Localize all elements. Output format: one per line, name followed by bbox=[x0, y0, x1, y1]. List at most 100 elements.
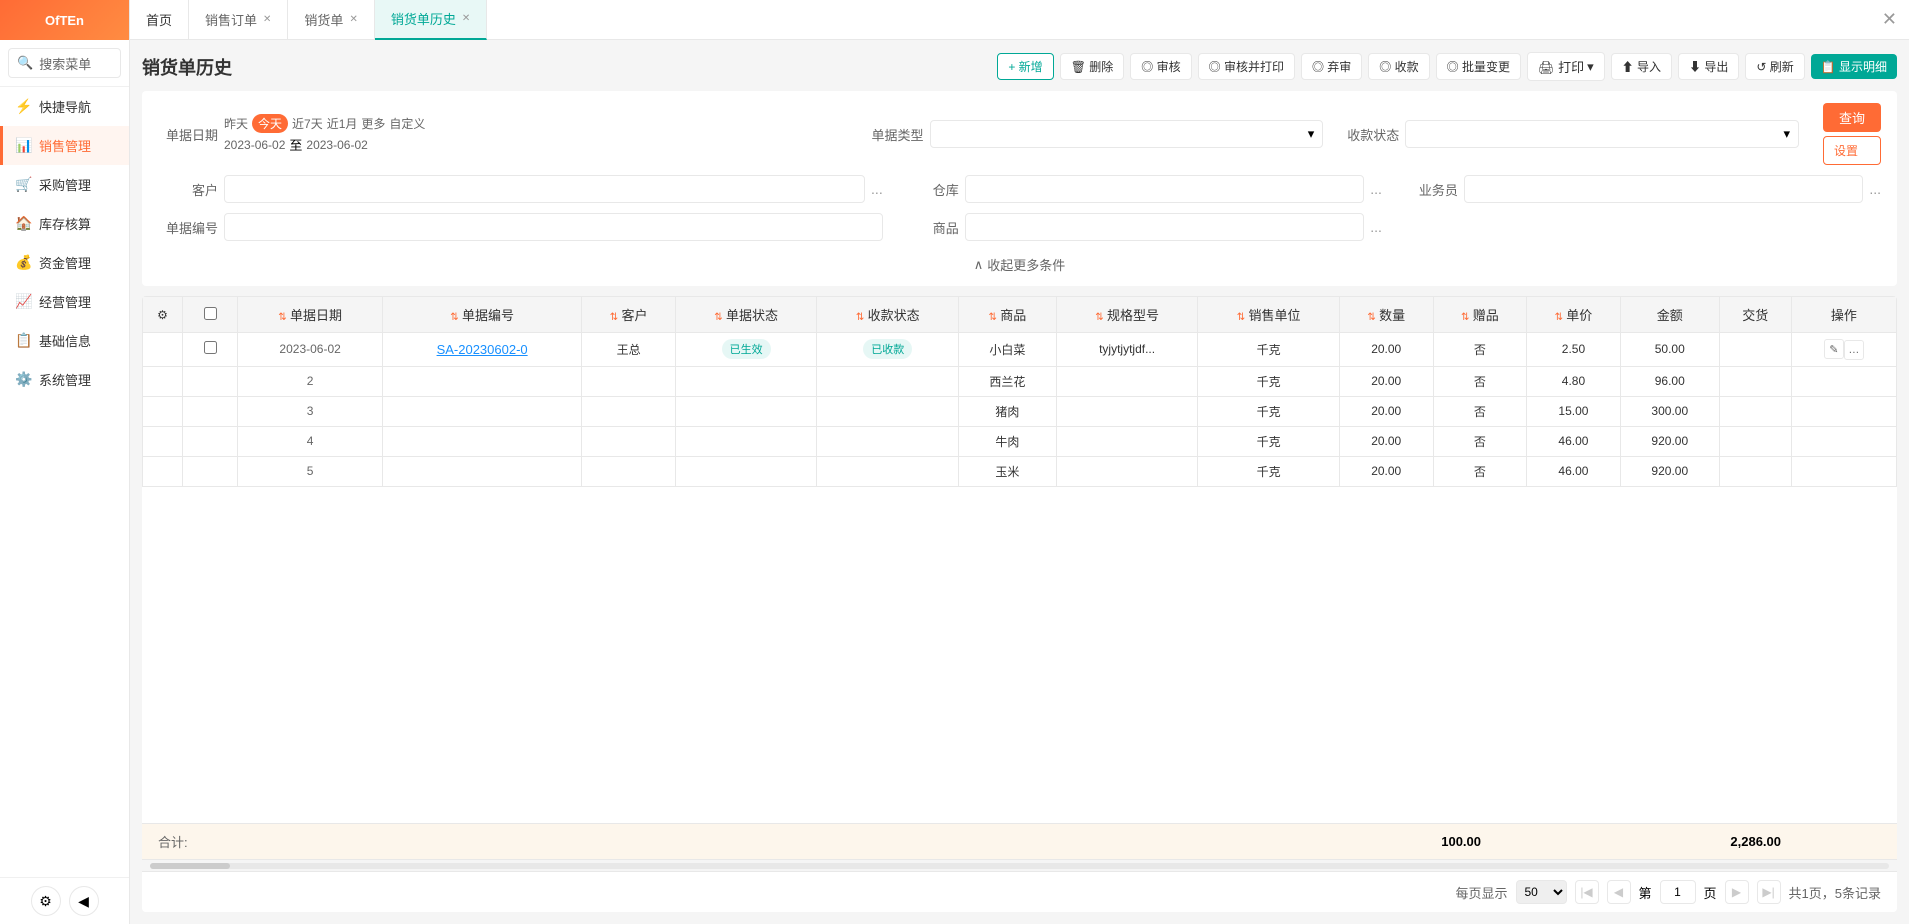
goods-input[interactable] bbox=[965, 213, 1364, 241]
display-detail-button[interactable]: 📋 显示明细 bbox=[1811, 54, 1897, 79]
row-checkbox[interactable] bbox=[183, 396, 238, 426]
settings-button[interactable]: 设置 bbox=[1823, 136, 1881, 165]
row-date: 4 bbox=[238, 426, 383, 456]
col-customer[interactable]: ⇅ 客户 bbox=[582, 297, 676, 333]
row-gear bbox=[143, 426, 183, 456]
row-unit-price: 2.50 bbox=[1527, 333, 1621, 367]
refresh-button[interactable]: ↺ 刷新 bbox=[1745, 53, 1804, 80]
shortcut-yesterday[interactable]: 昨天 bbox=[224, 115, 248, 132]
horizontal-scrollbar[interactable] bbox=[142, 859, 1897, 871]
print-button[interactable]: 🖨 打印 ▾ bbox=[1527, 52, 1605, 81]
col-goods[interactable]: ⇅ 商品 bbox=[959, 297, 1057, 333]
customer-input[interactable] bbox=[224, 175, 865, 203]
col-gift[interactable]: ⇅ 赠品 bbox=[1433, 297, 1527, 333]
warehouse-ellipsis[interactable]: ... bbox=[1370, 181, 1382, 197]
customer-ellipsis[interactable]: ... bbox=[871, 181, 883, 197]
abandon-button[interactable]: ◎ 弃审 bbox=[1301, 53, 1362, 80]
collect-status-select[interactable]: ▾ bbox=[1405, 120, 1799, 148]
first-page-button[interactable]: |◀ bbox=[1575, 880, 1599, 904]
col-checkbox[interactable] bbox=[183, 297, 238, 333]
content-area: 销货单历史 + 新增 🗑 删除 ◎ 审核 ◎ 审核并打印 ◎ 弃审 ◎ 收款 ◎… bbox=[130, 40, 1909, 924]
collapse-button[interactable]: ∧ 收起更多条件 bbox=[974, 255, 1066, 274]
sidebar-item-system[interactable]: ⚙️ 系统管理 bbox=[0, 360, 129, 399]
collect-button[interactable]: ◎ 收款 bbox=[1368, 53, 1429, 80]
next-page-button[interactable]: ▶ bbox=[1725, 880, 1749, 904]
last-page-button[interactable]: ▶| bbox=[1757, 880, 1781, 904]
sidebar-item-sales[interactable]: 📊 销售管理 bbox=[0, 126, 129, 165]
per-page-select[interactable]: 50 100 200 bbox=[1516, 880, 1567, 904]
query-button[interactable]: 查询 bbox=[1823, 103, 1881, 132]
doc-no-input[interactable] bbox=[224, 213, 883, 241]
row-checkbox[interactable] bbox=[183, 333, 238, 367]
edit-action-btn[interactable]: ✎ bbox=[1824, 339, 1844, 359]
close-sales-history-icon[interactable]: ✕ bbox=[462, 13, 470, 24]
shortcut-more[interactable]: 更多 bbox=[361, 115, 385, 132]
row-checkbox[interactable] bbox=[183, 366, 238, 396]
col-transaction[interactable]: 交货 bbox=[1719, 297, 1791, 333]
sidebar-item-quick-nav[interactable]: ⚡ 快捷导航 bbox=[0, 87, 129, 126]
col-doc-no[interactable]: ⇅ 单据编号 bbox=[382, 297, 581, 333]
shortcut-1month[interactable]: 近1月 bbox=[327, 115, 358, 132]
goods-ellipsis[interactable]: ... bbox=[1370, 219, 1382, 235]
sidebar-item-inventory[interactable]: 🏠 库存核算 bbox=[0, 204, 129, 243]
row-gear bbox=[143, 456, 183, 486]
salesperson-ellipsis[interactable]: ... bbox=[1869, 181, 1881, 197]
row-transaction bbox=[1719, 396, 1791, 426]
salesperson-input[interactable] bbox=[1464, 175, 1863, 203]
row-spec: tyjytjytjdf... bbox=[1056, 333, 1198, 367]
table-scroll[interactable]: ⚙ ⇅ 单据日期 ⇅ 单据编号 ⇅ 客户 ⇅ 单据状态 ⇅ 收款状态 ⇅ 商品 … bbox=[142, 296, 1897, 823]
delete-button[interactable]: 🗑 删除 bbox=[1060, 53, 1125, 80]
doc-no-link[interactable]: SA-20230602-0 bbox=[437, 342, 528, 357]
close-sales-order-icon[interactable]: ✕ bbox=[263, 14, 271, 25]
warehouse-input[interactable] bbox=[965, 175, 1364, 203]
shortcut-custom[interactable]: 自定义 bbox=[389, 115, 425, 132]
row-quantity: 20.00 bbox=[1339, 456, 1433, 486]
page-input[interactable] bbox=[1660, 880, 1696, 904]
batch-change-button[interactable]: ◎ 批量变更 bbox=[1436, 53, 1521, 80]
new-button[interactable]: + 新增 bbox=[997, 53, 1053, 80]
sidebar-item-purchase[interactable]: 🛒 采购管理 bbox=[0, 165, 129, 204]
doc-type-select[interactable]: ▾ bbox=[930, 120, 1324, 148]
scrollbar-thumb[interactable] bbox=[150, 863, 230, 869]
col-unit[interactable]: ⇅ 销售单位 bbox=[1198, 297, 1340, 333]
col-quantity[interactable]: ⇅ 数量 bbox=[1339, 297, 1433, 333]
tab-home[interactable]: 首页 bbox=[130, 0, 189, 40]
tab-sales-history[interactable]: 销货单历史 ✕ bbox=[375, 0, 487, 40]
sidebar-collapse-button[interactable]: ◀ bbox=[69, 886, 99, 916]
sidebar-item-finance[interactable]: 💰 资金管理 bbox=[0, 243, 129, 282]
shortcut-today[interactable]: 今天 bbox=[252, 114, 288, 133]
row-spec bbox=[1056, 366, 1198, 396]
col-amount[interactable]: 金额 bbox=[1620, 297, 1719, 333]
col-unit-price[interactable]: ⇅ 单价 bbox=[1527, 297, 1621, 333]
row-spec bbox=[1056, 426, 1198, 456]
col-spec[interactable]: ⇅ 规格型号 bbox=[1056, 297, 1198, 333]
col-gear[interactable]: ⚙ bbox=[143, 297, 183, 333]
col-doc-status[interactable]: ⇅ 单据状态 bbox=[675, 297, 817, 333]
col-date[interactable]: ⇅ 单据日期 bbox=[238, 297, 383, 333]
more-action-btn[interactable]: … bbox=[1844, 340, 1864, 360]
row-checkbox[interactable] bbox=[183, 426, 238, 456]
prev-page-button[interactable]: ◀ bbox=[1607, 880, 1631, 904]
row-actions bbox=[1791, 366, 1896, 396]
shortcut-7days[interactable]: 近7天 bbox=[292, 115, 323, 132]
row-checkbox[interactable] bbox=[183, 456, 238, 486]
search-menu-button[interactable]: 🔍 搜索菜单 bbox=[8, 48, 121, 78]
row-unit-price: 46.00 bbox=[1527, 426, 1621, 456]
sidebar-item-operations[interactable]: 📈 经营管理 bbox=[0, 282, 129, 321]
audit-print-button[interactable]: ◎ 审核并打印 bbox=[1198, 53, 1295, 80]
row-quantity: 20.00 bbox=[1339, 396, 1433, 426]
row-doc-status bbox=[675, 396, 817, 426]
tab-sales-order[interactable]: 销售订单 ✕ bbox=[189, 0, 288, 40]
tab-sales-delivery[interactable]: 销货单 ✕ bbox=[288, 0, 374, 40]
import-button[interactable]: ⬆ 导入 bbox=[1611, 53, 1672, 80]
col-collect-status[interactable]: ⇅ 收款状态 bbox=[817, 297, 959, 333]
row-collect-status bbox=[817, 366, 959, 396]
sidebar-settings-button[interactable]: ⚙ bbox=[31, 886, 61, 916]
operations-icon: 📈 bbox=[15, 293, 31, 310]
select-all-checkbox[interactable] bbox=[204, 307, 217, 320]
tabs-close-all[interactable]: ✕ bbox=[1882, 9, 1909, 30]
export-button[interactable]: ⬇ 导出 bbox=[1678, 53, 1739, 80]
sidebar-item-basic-info[interactable]: 📋 基础信息 bbox=[0, 321, 129, 360]
audit-button[interactable]: ◎ 审核 bbox=[1130, 53, 1191, 80]
close-sales-delivery-icon[interactable]: ✕ bbox=[349, 14, 357, 25]
